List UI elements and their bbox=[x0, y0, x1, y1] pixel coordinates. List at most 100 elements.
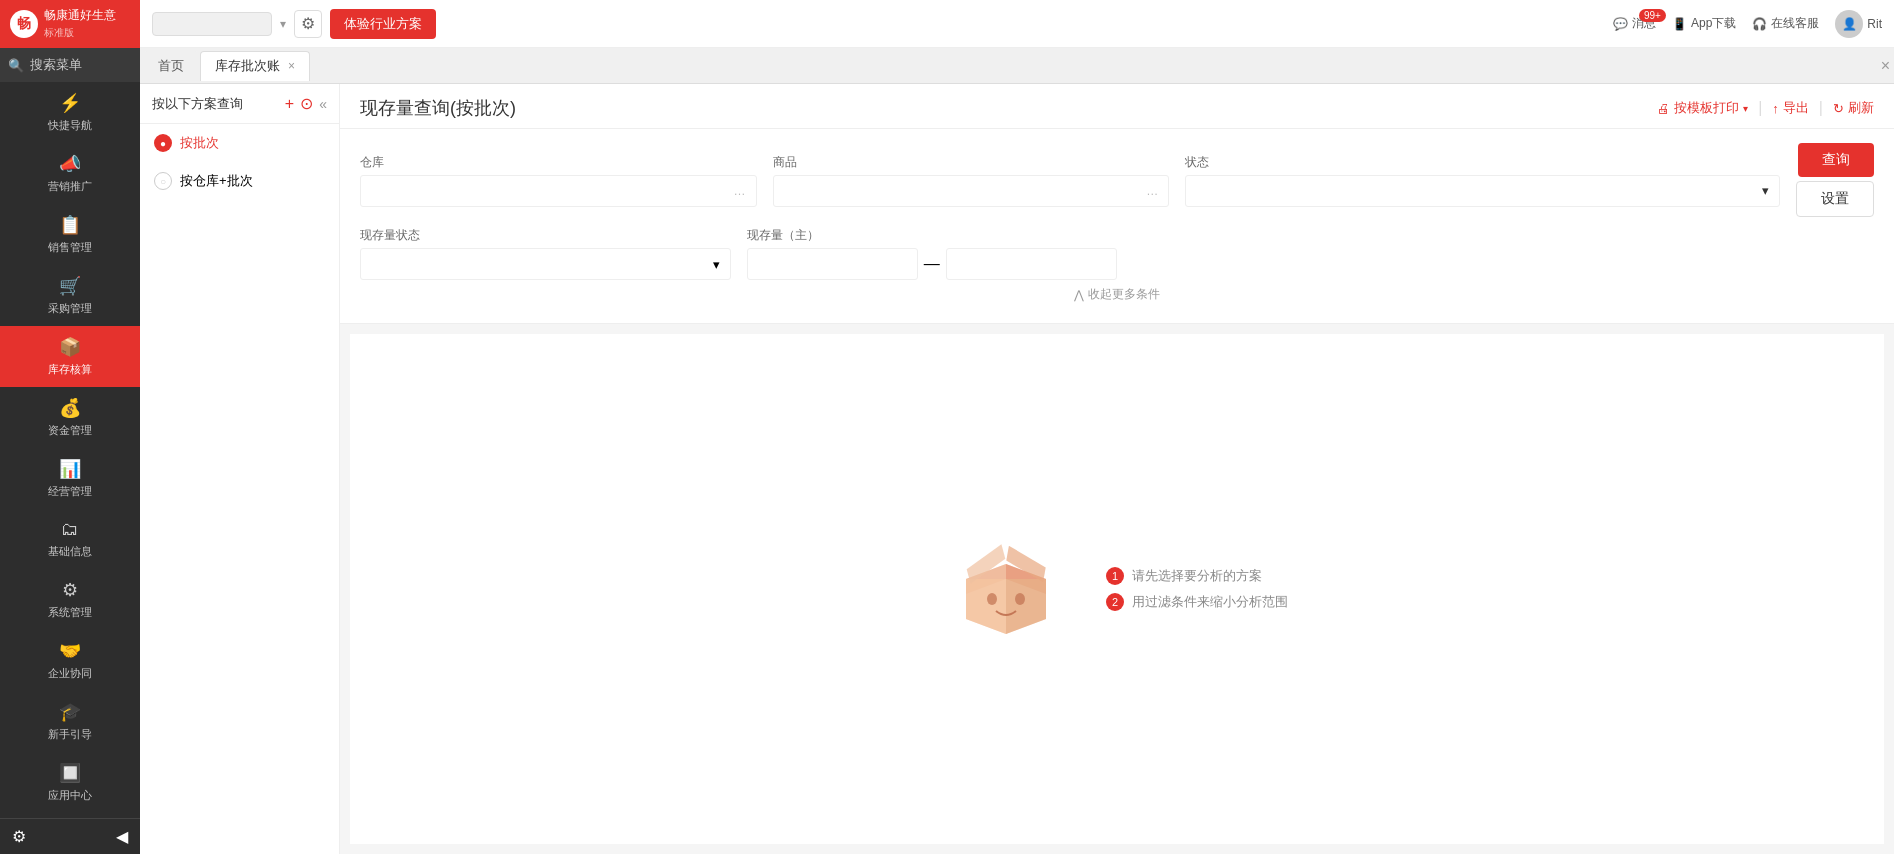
topbar: ▾ ⚙ 体验行业方案 💬 消息 99+ 📱 App下载 🎧 在线客服 bbox=[140, 0, 1894, 48]
inventory-qty-separator: — bbox=[924, 255, 940, 273]
trial-btn[interactable]: 体验行业方案 bbox=[330, 9, 436, 39]
filter-panel-title: 按以下方案查询 bbox=[152, 95, 243, 113]
sidebar-item-marketing[interactable]: 📣 营销推广 bbox=[0, 143, 140, 204]
basic-label: 基础信息 bbox=[48, 544, 92, 559]
print-btn[interactable]: 🖨 按模板打印 ▾ bbox=[1657, 99, 1748, 117]
message-icon: 💬 bbox=[1613, 17, 1628, 31]
export-btn[interactable]: ↑ 导出 bbox=[1772, 99, 1809, 117]
app-logo: 畅 bbox=[10, 10, 38, 38]
guide-icon: 🎓 bbox=[59, 701, 81, 723]
filter-active-dot: ● bbox=[154, 134, 172, 152]
sidebar-header: 畅 畅康通好生意 标准版 bbox=[0, 0, 140, 48]
form-row-2: 现存量状态 ▾ 现存量（主） — bbox=[360, 227, 1874, 280]
filter-panel-header: 按以下方案查询 + ⊙ « bbox=[140, 84, 339, 124]
settings-btn[interactable]: 设置 bbox=[1796, 181, 1874, 217]
filter-panel-actions: + ⊙ « bbox=[285, 94, 327, 113]
topbar-left: ▾ ⚙ 体验行业方案 bbox=[152, 9, 436, 39]
avatar-icon: 👤 bbox=[1842, 17, 1857, 31]
sidebar-item-inventory[interactable]: 📦 库存核算 bbox=[0, 326, 140, 387]
app-download-btn[interactable]: 📱 App下载 bbox=[1672, 15, 1736, 32]
page-header: 现存量查询(按批次) 🖨 按模板打印 ▾ | ↑ 导出 | ↻ bbox=[340, 84, 1894, 129]
status-arrow-icon: ▾ bbox=[1762, 183, 1769, 198]
search-menu[interactable]: 🔍 搜索菜单 bbox=[0, 48, 140, 82]
apps-icon: 🔲 bbox=[59, 762, 81, 784]
query-btn[interactable]: 查询 bbox=[1798, 143, 1874, 177]
logo-text: 畅 bbox=[17, 15, 31, 33]
sales-label: 销售管理 bbox=[48, 240, 92, 255]
empty-content: 1 请先选择要分析的方案2 用过滤条件来缩小分析范围 bbox=[946, 529, 1288, 649]
filter-settings-btn[interactable]: ⊙ bbox=[300, 94, 313, 113]
product-more-icon[interactable]: … bbox=[1146, 184, 1158, 198]
filter-collapse-btn[interactable]: « bbox=[319, 96, 327, 112]
warehouse-field: 仓库 … bbox=[360, 154, 757, 207]
inventory-status-label: 现存量状态 bbox=[360, 227, 731, 244]
tab-home[interactable]: 首页 bbox=[144, 51, 198, 81]
empty-hint-1: 1 请先选择要分析的方案 bbox=[1106, 567, 1288, 585]
sidebar-item-collab[interactable]: 🤝 企业协同 bbox=[0, 630, 140, 691]
inventory-qty-min-input[interactable] bbox=[747, 248, 918, 280]
inventory-status-select[interactable]: ▾ bbox=[360, 248, 731, 280]
shortcuts-icon: ⚡ bbox=[59, 92, 81, 114]
avatar: 👤 bbox=[1835, 10, 1863, 38]
sidebar-item-purchase[interactable]: 🛒 采购管理 bbox=[0, 265, 140, 326]
basic-icon: 🗂 bbox=[61, 519, 79, 540]
sidebar-item-shortcuts[interactable]: ⚡ 快捷导航 bbox=[0, 82, 140, 143]
shortcuts-label: 快捷导航 bbox=[48, 118, 92, 133]
warehouse-input[interactable]: … bbox=[360, 175, 757, 207]
online-service-label: 在线客服 bbox=[1771, 15, 1819, 32]
collapse-label: 收起更多条件 bbox=[1088, 286, 1160, 303]
filter-item-batch[interactable]: ● 按批次 bbox=[140, 124, 339, 162]
messages-btn[interactable]: 💬 消息 99+ bbox=[1613, 15, 1656, 32]
filter-item-warehouse-batch[interactable]: ○ 按仓库+批次 bbox=[140, 162, 339, 200]
user-name: Rit bbox=[1867, 17, 1882, 31]
topbar-gear-button[interactable]: ⚙ bbox=[294, 10, 322, 38]
sidebar-item-guide[interactable]: 🎓 新手引导 bbox=[0, 691, 140, 752]
footer-settings-icon[interactable]: ⚙ bbox=[12, 827, 26, 846]
sidebar-item-sales[interactable]: 📋 销售管理 bbox=[0, 204, 140, 265]
svg-marker-4 bbox=[1006, 579, 1046, 634]
tab-batch-close[interactable]: × bbox=[288, 59, 295, 73]
tab-batch[interactable]: 库存批次账 × bbox=[200, 51, 310, 81]
app-title-block: 畅康通好生意 标准版 bbox=[44, 8, 116, 40]
tab-batch-label: 库存批次账 bbox=[215, 57, 280, 75]
collapse-more-btn[interactable]: ⋀ 收起更多条件 bbox=[360, 280, 1874, 309]
print-label: 按模板打印 bbox=[1674, 99, 1739, 117]
inventory-icon: 📦 bbox=[59, 336, 81, 358]
app-edition: 标准版 bbox=[44, 26, 116, 40]
collab-icon: 🤝 bbox=[59, 640, 81, 662]
marketing-icon: 📣 bbox=[59, 153, 81, 175]
online-service-btn[interactable]: 🎧 在线客服 bbox=[1752, 15, 1819, 32]
form-row-1: 仓库 … 商品 … 状态 bbox=[360, 143, 1874, 217]
footer-expand-icon[interactable]: ◀ bbox=[116, 827, 128, 846]
tab-home-label: 首页 bbox=[158, 57, 184, 75]
filter-item-warehouse-batch-label: 按仓库+批次 bbox=[180, 172, 253, 190]
user-profile-btn[interactable]: 👤 Rit bbox=[1835, 10, 1882, 38]
product-label: 商品 bbox=[773, 154, 1170, 171]
gear-icon: ⚙ bbox=[301, 14, 315, 33]
topbar-arrow-icon[interactable]: ▾ bbox=[280, 17, 286, 31]
sidebar-item-basic[interactable]: 🗂 基础信息 bbox=[0, 509, 140, 569]
print-dropdown-icon[interactable]: ▾ bbox=[1743, 103, 1748, 114]
finance-icon: 💰 bbox=[59, 397, 81, 419]
filter-add-btn[interactable]: + bbox=[285, 95, 294, 113]
sidebar-item-operation[interactable]: 📊 经营管理 bbox=[0, 448, 140, 509]
product-input[interactable]: … bbox=[773, 175, 1170, 207]
inventory-status-arrow: ▾ bbox=[713, 257, 720, 272]
refresh-btn[interactable]: ↻ 刷新 bbox=[1833, 99, 1874, 117]
warehouse-more-icon[interactable]: … bbox=[734, 184, 746, 198]
sidebar-footer: ⚙ ◀ bbox=[0, 818, 140, 854]
topbar-search-input[interactable] bbox=[152, 12, 272, 36]
main-content: 现存量查询(按批次) 🖨 按模板打印 ▾ | ↑ 导出 | ↻ bbox=[340, 84, 1894, 854]
operation-icon: 📊 bbox=[59, 458, 81, 480]
status-select[interactable]: ▾ bbox=[1185, 175, 1780, 207]
sidebar-item-apps[interactable]: 🔲 应用中心 bbox=[0, 752, 140, 813]
tab-bar-close-btn[interactable]: × bbox=[1881, 57, 1890, 75]
system-label: 系统管理 bbox=[48, 605, 92, 620]
sidebar-item-wechat[interactable]: 💬 企业微信 bbox=[0, 813, 140, 818]
sidebar-item-finance[interactable]: 💰 资金管理 bbox=[0, 387, 140, 448]
inventory-qty-max-input[interactable] bbox=[946, 248, 1117, 280]
empty-illustration bbox=[946, 529, 1066, 649]
svg-point-5 bbox=[987, 593, 997, 605]
search-icon: 🔍 bbox=[8, 58, 24, 73]
sidebar-item-system[interactable]: ⚙ 系统管理 bbox=[0, 569, 140, 630]
